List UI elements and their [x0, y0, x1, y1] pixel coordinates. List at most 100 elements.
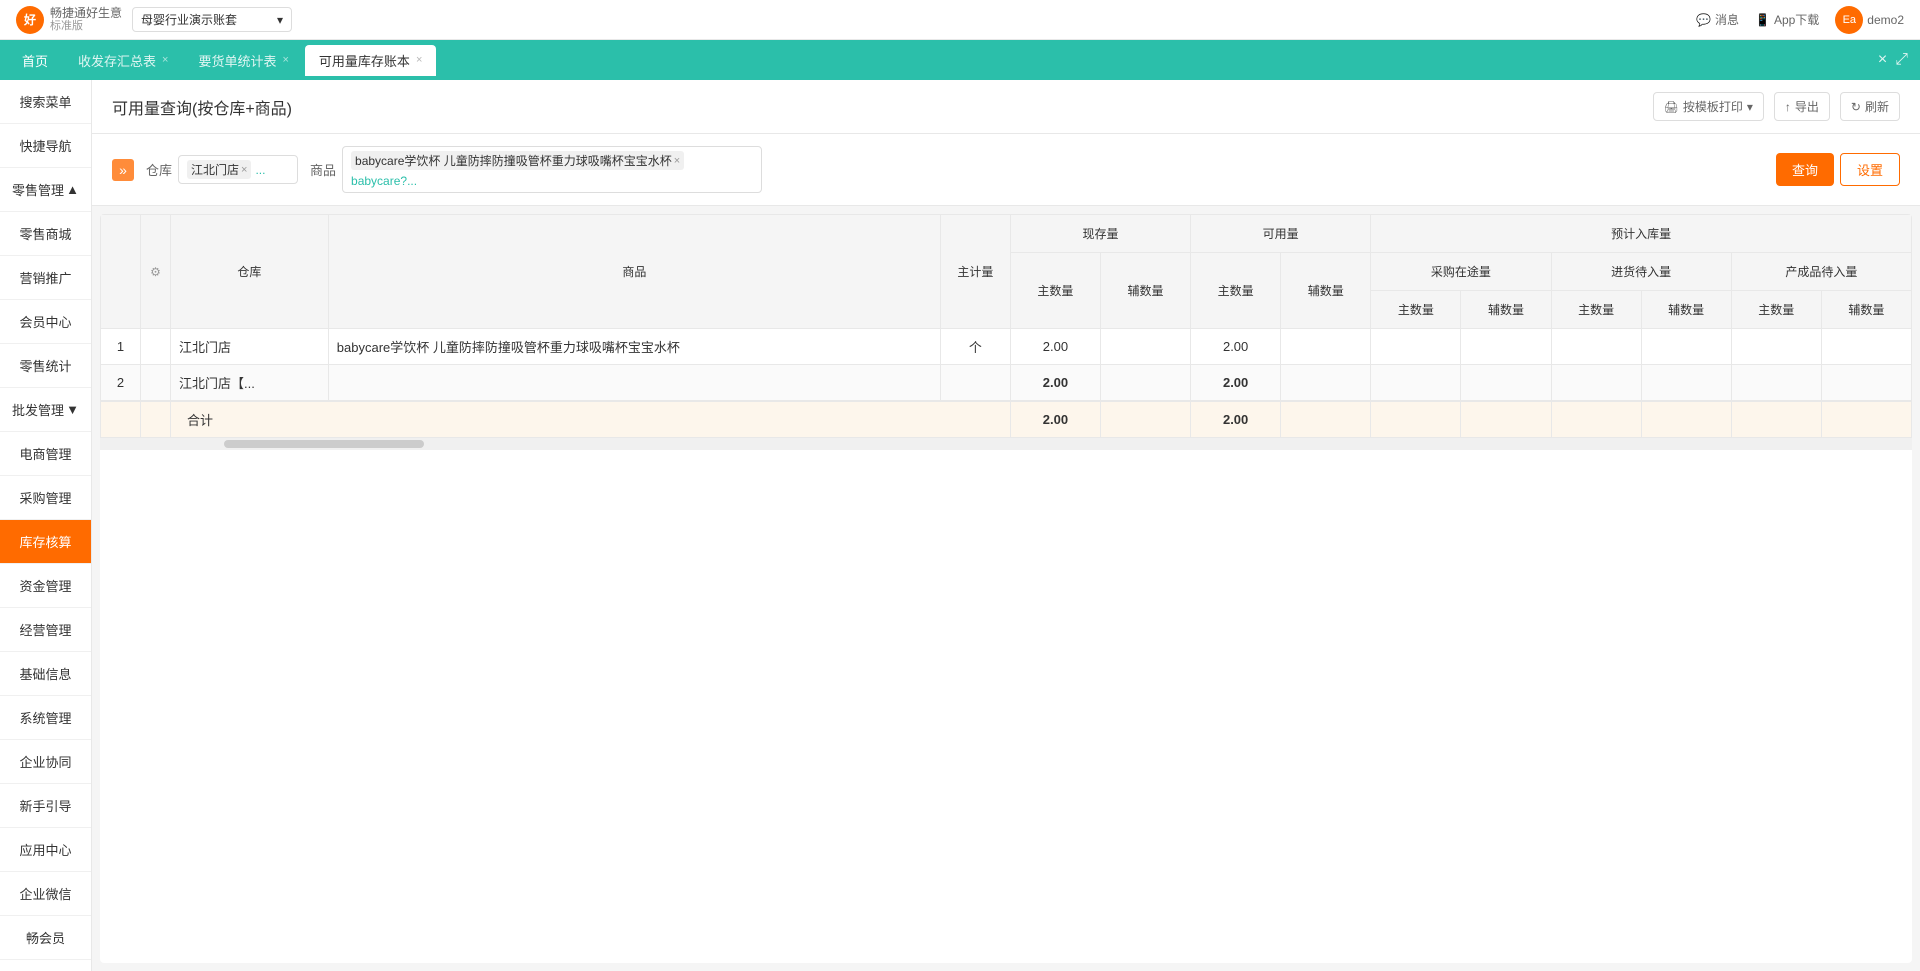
footer-empty-1: [101, 401, 141, 438]
tab-order-stats-close[interactable]: ×: [282, 54, 288, 66]
sidebar-item-vip-member[interactable]: 畅会员: [0, 916, 91, 960]
print-icon: 🖨: [1664, 100, 1679, 114]
tab-order-stats-label: 要货单统计表: [198, 51, 276, 70]
th-available-main: 主数量: [1191, 253, 1281, 329]
th-row-num: [101, 215, 141, 329]
logo-text: 畅捷通好生意: [50, 6, 122, 20]
cell-available-main-2: 2.00: [1191, 365, 1281, 402]
refresh-btn[interactable]: ↻ 刷新: [1840, 92, 1900, 121]
th-inbound-pending-group: 进货待入量: [1551, 253, 1731, 291]
tab-receive-send-close[interactable]: ×: [162, 54, 168, 66]
cell-purchase-transit-main-1: [1371, 329, 1461, 365]
horizontal-scrollbar[interactable]: [100, 438, 1912, 450]
product-tag-1-remove[interactable]: ×: [674, 155, 680, 167]
top-bar-right: 💬 消息 📱 App下载 Ea demo2: [1696, 6, 1904, 34]
cell-inbound-pending-aux-1: [1641, 329, 1731, 365]
tab-order-stats[interactable]: 要货单统计表 ×: [184, 45, 302, 76]
chevron-down-icon: ▾: [277, 13, 283, 27]
cell-product-2: [328, 365, 940, 402]
cell-unit-2: [940, 365, 1010, 402]
th-gear[interactable]: ⚙: [141, 215, 171, 329]
username: demo2: [1867, 13, 1904, 27]
sidebar-item-basic-info[interactable]: 基础信息: [0, 652, 91, 696]
cell-gear-2: [141, 365, 171, 402]
footer-purchase-transit-aux: [1461, 401, 1551, 438]
sidebar-item-marketing[interactable]: 营销推广: [0, 256, 91, 300]
filter-actions: 查询 设置: [1776, 153, 1900, 186]
app-download-icon: 📱: [1755, 13, 1770, 27]
query-btn[interactable]: 查询: [1776, 153, 1834, 186]
top-bar-left: 好 畅捷通好生意 标准版 母婴行业演示账套 ▾: [16, 6, 292, 34]
sidebar-item-retail-stats[interactable]: 零售统计: [0, 344, 91, 388]
th-available-aux: 辅数量: [1281, 253, 1371, 329]
message-btn[interactable]: 💬 消息: [1696, 11, 1739, 28]
th-product: 商品: [328, 215, 940, 329]
sidebar-item-operations-mgmt[interactable]: 经营管理: [0, 608, 91, 652]
export-label: 导出: [1795, 98, 1819, 115]
sidebar-item-quick-nav[interactable]: 快捷导航: [0, 124, 91, 168]
message-icon: 💬: [1696, 13, 1711, 27]
sidebar-item-new-guide[interactable]: 新手引导: [0, 784, 91, 828]
nav-expand-btn[interactable]: ⤢: [1891, 47, 1912, 73]
user-area[interactable]: Ea demo2: [1835, 6, 1904, 34]
print-btn[interactable]: 🖨 按模板打印 ▾: [1653, 92, 1764, 121]
product-label: 商品: [310, 160, 336, 179]
page-header: 可用量查询(按仓库+商品) 🖨 按模板打印 ▾ ↑ 导出 ↻ 刷新: [92, 80, 1920, 134]
setting-btn[interactable]: 设置: [1840, 153, 1900, 186]
wholesale-mgmt-arrow: ▼: [66, 402, 79, 417]
cell-unit-1: 个: [940, 329, 1010, 365]
th-current-aux: 辅数量: [1100, 253, 1190, 329]
tab-available-stock[interactable]: 可用量库存账本 ×: [305, 45, 436, 76]
sidebar-item-app-center[interactable]: 应用中心: [0, 828, 91, 872]
warehouse-more[interactable]: ...: [255, 163, 265, 177]
product-tag-1: babycare学饮杯 儿童防摔防撞吸管杯重力球吸嘴杯宝宝水杯 ×: [351, 151, 684, 170]
sidebar-item-inventory[interactable]: 库存核算: [0, 520, 91, 564]
table-row-group: 2 江北门店【... 2.00 2.00: [101, 365, 1912, 402]
cell-product-pending-main-1: [1731, 329, 1821, 365]
scroll-thumb[interactable]: [224, 440, 424, 448]
cell-current-main-2: 2.00: [1010, 365, 1100, 402]
main-wrapper: 搜索菜单 快捷导航 零售管理 ▲ 零售商城 营销推广 会员中心 零售统计 批发管…: [0, 80, 1920, 971]
tab-available-stock-close[interactable]: ×: [416, 54, 422, 66]
cell-current-aux-2: [1100, 365, 1190, 402]
tab-available-stock-label: 可用量库存账本: [319, 51, 410, 70]
sidebar-item-finance-mgmt[interactable]: 资金管理: [0, 564, 91, 608]
sidebar-item-retail-mall[interactable]: 零售商城: [0, 212, 91, 256]
sidebar-item-ecommerce-mgmt[interactable]: 电商管理: [0, 432, 91, 476]
app-download-btn[interactable]: 📱 App下载: [1755, 11, 1819, 28]
cell-gear-1: [141, 329, 171, 365]
footer-inbound-pending-aux: [1641, 401, 1731, 438]
tab-receive-send[interactable]: 收发存汇总表 ×: [64, 45, 182, 76]
logo-icon: 好: [16, 6, 44, 34]
inventory-table: ⚙ 仓库 商品 主计量 现存量 可用量 预计入库量 主数量 辅数量 主数量 辅数…: [100, 214, 1912, 438]
warehouse-tag-1-remove[interactable]: ×: [241, 164, 247, 176]
product-more[interactable]: babycare?...: [351, 174, 417, 188]
sidebar-item-system-mgmt[interactable]: 系统管理: [0, 696, 91, 740]
sidebar-item-search-menu[interactable]: 搜索菜单: [0, 80, 91, 124]
cell-available-main-1: 2.00: [1191, 329, 1281, 365]
sidebar-item-enterprise-collab[interactable]: 企业协同: [0, 740, 91, 784]
page-title: 可用量查询(按仓库+商品): [112, 95, 292, 119]
sidebar: 搜索菜单 快捷导航 零售管理 ▲ 零售商城 营销推广 会员中心 零售统计 批发管…: [0, 80, 92, 971]
industry-selector[interactable]: 母婴行业演示账套 ▾: [132, 7, 292, 32]
cell-row-num-2: 2: [101, 365, 141, 402]
sidebar-item-purchase-mgmt[interactable]: 采购管理: [0, 476, 91, 520]
sidebar-item-retail-mgmt[interactable]: 零售管理 ▲: [0, 168, 91, 212]
nav-close-btn[interactable]: ×: [1874, 47, 1891, 73]
warehouse-input[interactable]: 江北门店 × ...: [178, 155, 298, 184]
th-purchase-transit-group: 采购在途量: [1371, 253, 1551, 291]
template-badge: 标准版: [50, 20, 122, 33]
th-available-qty-group: 可用量: [1191, 215, 1371, 253]
footer-product-pending-main: [1731, 401, 1821, 438]
product-input[interactable]: babycare学饮杯 儿童防摔防撞吸管杯重力球吸嘴杯宝宝水杯 × babyca…: [342, 146, 762, 193]
expand-btn[interactable]: »: [112, 159, 134, 181]
sidebar-item-member-center[interactable]: 会员中心: [0, 300, 91, 344]
footer-current-main: 2.00: [1010, 401, 1100, 438]
sidebar-item-wholesale-mgmt[interactable]: 批发管理 ▼: [0, 388, 91, 432]
cell-current-aux-1: [1100, 329, 1190, 365]
sidebar-item-enterprise-wechat[interactable]: 企业微信: [0, 872, 91, 916]
export-btn[interactable]: ↑ 导出: [1774, 92, 1830, 121]
cell-purchase-transit-main-2: [1371, 365, 1461, 402]
th-current-main: 主数量: [1010, 253, 1100, 329]
tab-home[interactable]: 首页: [8, 45, 62, 76]
